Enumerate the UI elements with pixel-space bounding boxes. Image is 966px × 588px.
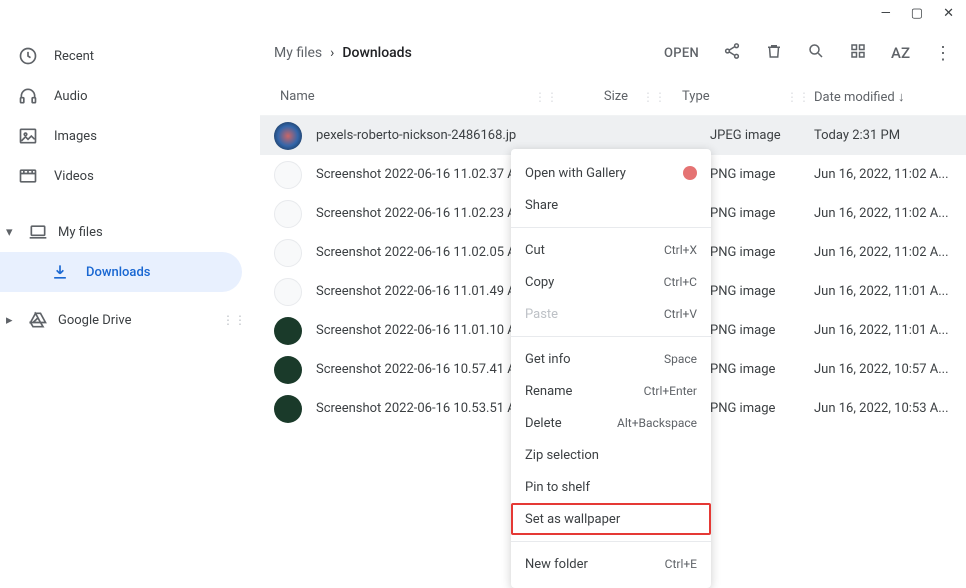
- file-type: PNG image: [696, 401, 812, 416]
- file-thumbnail: [274, 122, 302, 150]
- file-thumbnail: [274, 200, 302, 228]
- sidebar-label: Google Drive: [58, 313, 131, 328]
- sidebar-label: Images: [54, 129, 97, 144]
- separator: [511, 227, 711, 228]
- trash-icon[interactable]: [765, 42, 783, 64]
- file-date: Jun 16, 2022, 11:02 A...: [812, 206, 952, 221]
- file-thumbnail: [274, 239, 302, 267]
- file-thumbnail: [274, 395, 302, 423]
- sidebar-item-images[interactable]: Images: [0, 116, 260, 156]
- sidebar-label: Videos: [54, 169, 94, 184]
- close-button[interactable]: ✕: [943, 6, 954, 21]
- share-icon[interactable]: [723, 42, 741, 64]
- context-menu: Open with Gallery Share CutCtrl+X CopyCt…: [511, 149, 711, 588]
- file-type: PNG image: [696, 284, 812, 299]
- header-date[interactable]: Date modified ↓: [812, 89, 952, 105]
- search-icon[interactable]: [807, 42, 825, 64]
- ctx-set-as-wallpaper[interactable]: Set as wallpaper: [511, 503, 711, 535]
- grid-view-icon[interactable]: [849, 42, 867, 64]
- sort-icon[interactable]: AZ: [891, 44, 910, 62]
- file-date: Today 2:31 PM: [812, 128, 952, 143]
- ctx-open-with-gallery[interactable]: Open with Gallery: [511, 157, 711, 189]
- file-date: Jun 16, 2022, 10:57 A...: [812, 362, 952, 377]
- file-date: Jun 16, 2022, 10:53 A...: [812, 401, 952, 416]
- chevron-right-icon: ›: [330, 45, 334, 61]
- file-date: Jun 16, 2022, 11:02 A...: [812, 167, 952, 182]
- sidebar-item-downloads[interactable]: Downloads: [0, 252, 242, 292]
- file-date: Jun 16, 2022, 11:01 A...: [812, 284, 952, 299]
- more-icon[interactable]: ⋮: [934, 43, 952, 64]
- file-type: PNG image: [696, 323, 812, 338]
- drive-icon: [28, 310, 48, 330]
- column-resize-icon[interactable]: ⋮⋮: [784, 90, 812, 104]
- sidebar-label: Audio: [54, 89, 87, 104]
- sidebar-item-google-drive[interactable]: ▸ Google Drive ⋮⋮: [0, 300, 260, 340]
- download-icon: [50, 262, 70, 282]
- file-type: JPEG image: [696, 128, 812, 143]
- sort-desc-icon: ↓: [898, 90, 905, 105]
- column-resize-icon[interactable]: ⋮⋮: [640, 90, 668, 104]
- ctx-zip[interactable]: Zip selection: [511, 439, 711, 471]
- sidebar-item-recent[interactable]: Recent: [0, 36, 260, 76]
- file-type: PNG image: [696, 362, 812, 377]
- chevron-down-icon: ▾: [6, 225, 18, 240]
- file-date: Jun 16, 2022, 11:02 A...: [812, 245, 952, 260]
- file-type: PNG image: [696, 206, 812, 221]
- sidebar-label: Downloads: [86, 265, 150, 280]
- column-headers: Name ⋮⋮ Size ⋮⋮ Type ⋮⋮ Date modified ↓: [260, 78, 966, 116]
- file-date: Jun 16, 2022, 11:01 A...: [812, 323, 952, 338]
- ctx-get-info[interactable]: Get infoSpace: [511, 343, 711, 375]
- file-type: PNG image: [696, 167, 812, 182]
- breadcrumb-parent[interactable]: My files: [274, 45, 322, 61]
- gallery-icon: [683, 166, 697, 180]
- ctx-new-folder[interactable]: New folderCtrl+E: [511, 548, 711, 580]
- ctx-copy[interactable]: CopyCtrl+C: [511, 266, 711, 298]
- ctx-paste: PasteCtrl+V: [511, 298, 711, 330]
- sidebar-item-audio[interactable]: Audio: [0, 76, 260, 116]
- sidebar: Recent Audio Images Videos ▾ My files Do…: [0, 28, 260, 583]
- breadcrumb-current: Downloads: [342, 45, 411, 61]
- ctx-rename[interactable]: RenameCtrl+Enter: [511, 375, 711, 407]
- separator: [511, 336, 711, 337]
- sidebar-label: Recent: [54, 49, 94, 64]
- drag-handle-icon[interactable]: ⋮⋮: [222, 313, 246, 327]
- breadcrumb: My files › Downloads: [274, 45, 664, 61]
- movie-icon: [18, 166, 38, 186]
- file-thumbnail: [274, 317, 302, 345]
- ctx-pin-to-shelf[interactable]: Pin to shelf: [511, 471, 711, 503]
- file-name: pexels-roberto-nickson-2486168.jp: [316, 128, 628, 143]
- column-resize-icon[interactable]: ⋮⋮: [532, 90, 560, 104]
- chevron-right-icon: ▸: [6, 313, 18, 328]
- header-type[interactable]: Type: [668, 89, 784, 104]
- maximize-button[interactable]: ▢: [911, 6, 923, 21]
- file-thumbnail: [274, 161, 302, 189]
- ctx-cut[interactable]: CutCtrl+X: [511, 234, 711, 266]
- sidebar-label: My files: [58, 225, 103, 240]
- file-type: PNG image: [696, 245, 812, 260]
- image-icon: [18, 126, 38, 146]
- ctx-delete[interactable]: DeleteAlt+Backspace: [511, 407, 711, 439]
- sidebar-item-videos[interactable]: Videos: [0, 156, 260, 196]
- laptop-icon: [28, 222, 48, 242]
- sidebar-item-myfiles[interactable]: ▾ My files: [0, 212, 260, 252]
- clock-icon: [18, 46, 38, 66]
- header-name[interactable]: Name: [274, 89, 532, 104]
- separator: [511, 541, 711, 542]
- open-button[interactable]: OPEN: [664, 46, 699, 61]
- file-thumbnail: [274, 278, 302, 306]
- header-size[interactable]: Size: [560, 89, 640, 104]
- file-thumbnail: [274, 356, 302, 384]
- ctx-share[interactable]: Share: [511, 189, 711, 221]
- minimize-button[interactable]: —: [881, 6, 891, 21]
- headphones-icon: [18, 86, 38, 106]
